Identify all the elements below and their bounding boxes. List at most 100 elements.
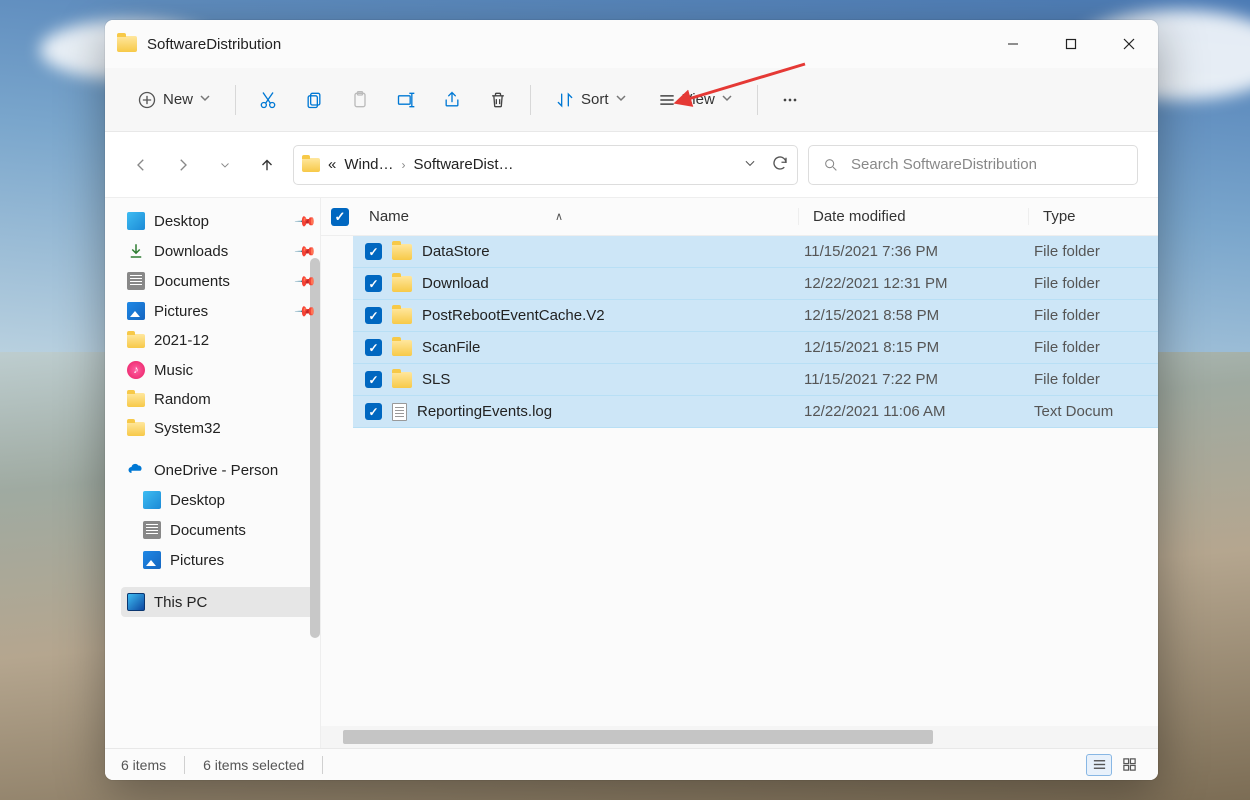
sidebar-item-label: Pictures [170,552,224,569]
sidebar-item[interactable]: Desktop [121,485,320,515]
sidebar-item[interactable]: Pictures [121,545,320,575]
folder-icon [392,308,412,324]
file-row[interactable]: ScanFile12/15/2021 8:15 PMFile folder [353,332,1158,364]
file-row[interactable]: SLS11/15/2021 7:22 PMFile folder [353,364,1158,396]
sidebar-item-label: Downloads [154,243,228,260]
row-checkbox[interactable] [365,371,382,388]
rename-button[interactable] [386,82,426,118]
row-checkbox[interactable] [365,243,382,260]
view-icon [657,90,677,110]
file-name: Download [422,275,798,292]
sidebar-item[interactable]: Documents [121,515,320,545]
folder-icon [117,36,137,52]
minimize-button[interactable] [984,20,1042,68]
file-name: ReportingEvents.log [417,403,798,420]
address-bar[interactable]: « Wind… › SoftwareDist… [293,145,798,185]
paste-button[interactable] [340,82,380,118]
sort-icon [555,90,575,110]
column-header-date[interactable]: Date modified [798,208,1028,225]
folder-icon [127,393,145,407]
sidebar-item-label: OneDrive - Person [154,462,278,479]
select-all-checkbox[interactable] [331,208,349,226]
thumbnails-view-toggle[interactable] [1116,754,1142,776]
close-button[interactable] [1100,20,1158,68]
view-button[interactable]: View [645,82,745,118]
file-row[interactable]: PostRebootEventCache.V212/15/2021 8:58 P… [353,300,1158,332]
cut-button[interactable] [248,82,288,118]
sidebar-item[interactable]: Desktop📌 [121,206,320,236]
file-type: File folder [1028,339,1158,356]
file-date: 12/22/2021 12:31 PM [798,275,1028,292]
folder-icon [127,422,145,436]
horizontal-scrollbar[interactable] [321,726,1158,748]
file-row[interactable]: ReportingEvents.log12/22/2021 11:06 AMTe… [353,396,1158,428]
sidebar-item[interactable]: Music [121,355,320,385]
status-item-count: 6 items [121,757,166,773]
copy-button[interactable] [294,82,334,118]
share-icon [442,90,462,110]
sidebar-item[interactable]: System32 [121,414,320,443]
copy-icon [304,90,324,110]
up-button[interactable] [251,149,283,181]
plus-circle-icon [137,90,157,110]
sidebar-onedrive[interactable]: OneDrive - Person [121,455,320,485]
refresh-button[interactable] [771,154,789,176]
forward-button[interactable] [167,149,199,181]
new-button[interactable]: New [125,82,223,118]
window-title: SoftwareDistribution [147,36,281,53]
file-explorer-window: SoftwareDistribution New Sort [105,20,1158,780]
sidebar-item[interactable]: Documents📌 [121,266,320,296]
sidebar-item-label: 2021-12 [154,332,209,349]
chevron-right-icon: › [402,158,406,172]
file-type: File folder [1028,307,1158,324]
row-checkbox[interactable] [365,307,382,324]
file-type: File folder [1028,275,1158,292]
view-button-label: View [683,91,715,108]
row-checkbox[interactable] [365,403,382,420]
sidebar: Desktop📌Downloads📌Documents📌Pictures📌202… [105,198,320,748]
file-type: Text Docum [1028,403,1158,420]
sidebar-item[interactable]: Downloads📌 [121,236,320,266]
folder-icon [127,334,145,348]
search-input[interactable]: Search SoftwareDistribution [808,145,1138,185]
breadcrumb-overflow[interactable]: « [328,156,336,173]
recent-dropdown[interactable] [209,149,241,181]
pin-icon: 📌 [293,209,317,233]
sort-button[interactable]: Sort [543,82,639,118]
breadcrumb-parent[interactable]: Wind… [344,156,393,173]
delete-button[interactable] [478,82,518,118]
maximize-button[interactable] [1042,20,1100,68]
column-header-name[interactable]: Name∧ [361,208,798,225]
column-header-type[interactable]: Type [1028,208,1158,225]
scrollbar-thumb[interactable] [343,730,933,744]
chevron-down-icon [721,91,733,108]
file-list-pane: Name∧ Date modified Type DataStore11/15/… [320,198,1158,748]
new-button-label: New [163,91,193,108]
download-icon [127,242,145,260]
sidebar-item[interactable]: Pictures📌 [121,296,320,326]
sidebar-icon [143,521,161,539]
file-row[interactable]: DataStore11/15/2021 7:36 PMFile folder [353,236,1158,268]
back-button[interactable] [125,149,157,181]
row-checkbox[interactable] [365,275,382,292]
chevron-down-icon [199,91,211,108]
row-checkbox[interactable] [365,339,382,356]
sidebar-item-label: This PC [154,594,207,611]
paste-icon [350,90,370,110]
address-dropdown[interactable] [743,156,757,174]
folder-icon [302,158,320,172]
sidebar-icon [143,551,161,569]
sidebar-this-pc[interactable]: This PC [121,587,320,617]
sidebar-item[interactable]: Random [121,385,320,414]
sidebar-item-label: Desktop [170,492,225,509]
status-selected-count: 6 items selected [203,757,304,773]
sidebar-item[interactable]: 2021-12 [121,326,320,355]
more-button[interactable] [770,82,810,118]
breadcrumb-current[interactable]: SoftwareDist… [414,156,514,173]
sort-asc-icon: ∧ [555,210,563,223]
details-view-toggle[interactable] [1086,754,1112,776]
sidebar-icon [127,361,145,379]
share-button[interactable] [432,82,472,118]
file-row[interactable]: Download12/22/2021 12:31 PMFile folder [353,268,1158,300]
rename-icon [396,90,416,110]
